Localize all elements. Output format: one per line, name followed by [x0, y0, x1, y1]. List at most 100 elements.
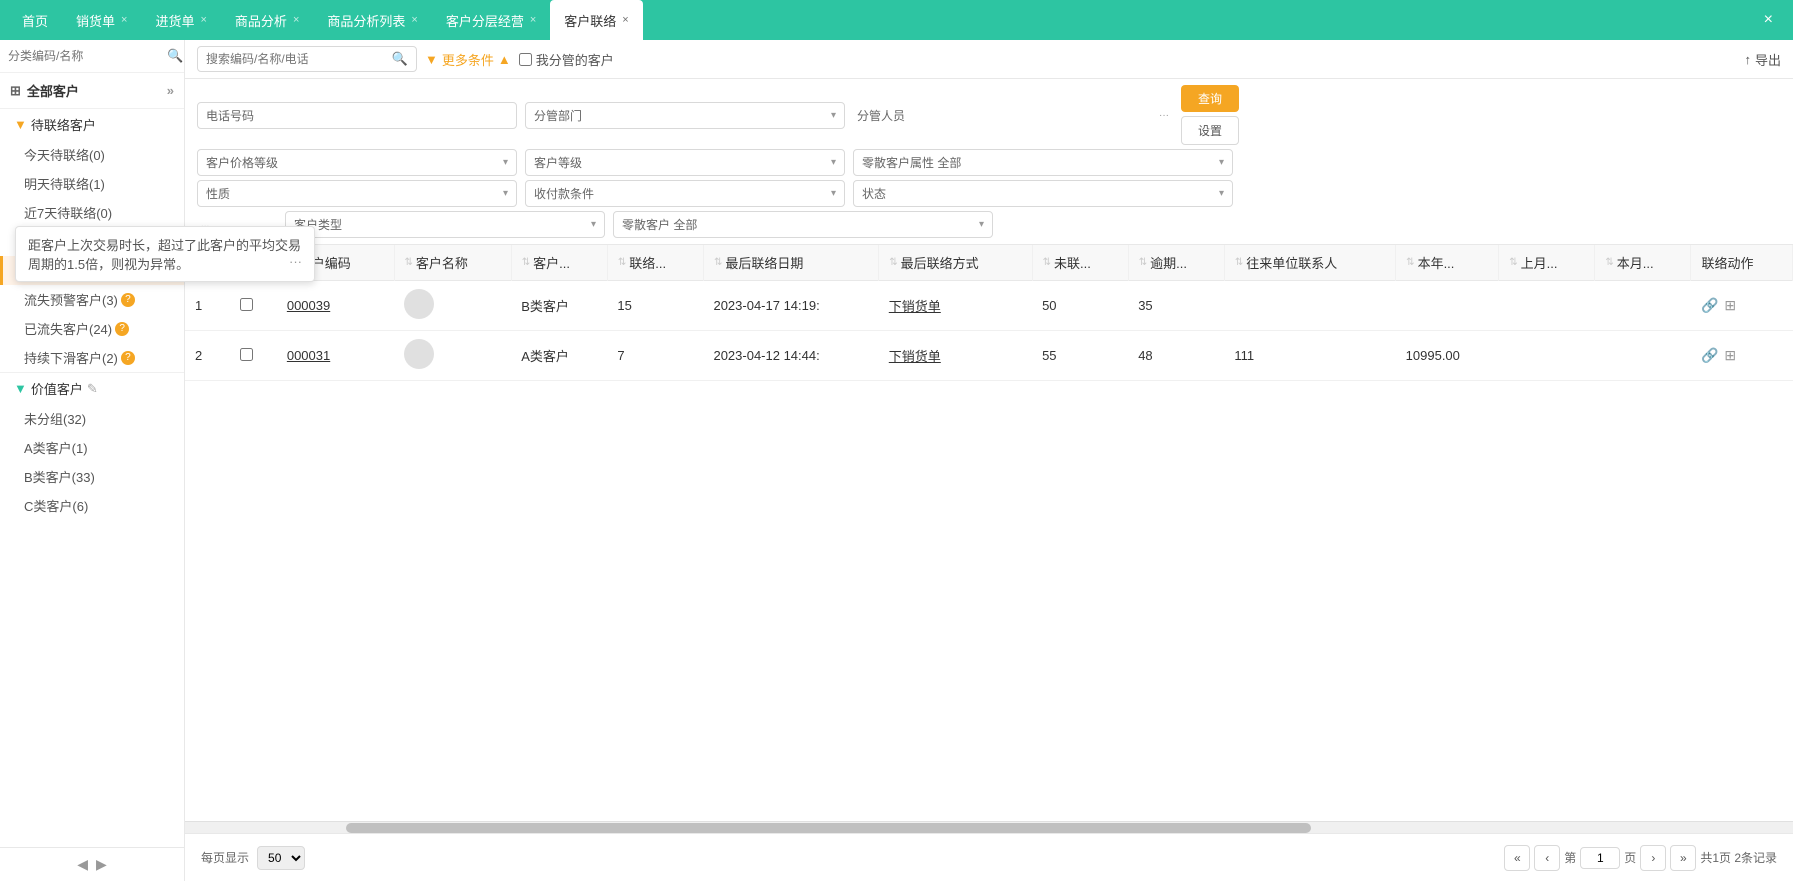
filter-customer-type[interactable]: 客户类型 ▾ [285, 211, 605, 238]
row-code[interactable]: 000039 [277, 281, 394, 331]
sidebar-item-7day-pending[interactable]: 近7天待联络(0) [0, 198, 184, 227]
nav-purchase-order-close[interactable]: × [200, 14, 206, 26]
table-row: 2 000031 A类客户 7 2023-04-12 14:44: 下销货单 5… [185, 331, 1793, 381]
page-prefix: 第 [1564, 849, 1576, 866]
info-icon-4[interactable]: ? [121, 351, 135, 365]
row-overdue: 35 [1128, 281, 1224, 331]
next-page-button[interactable]: › [1640, 845, 1666, 871]
search-input[interactable] [206, 52, 392, 66]
more-icon[interactable]: ··· [1159, 110, 1169, 121]
row-checkbox[interactable] [230, 331, 277, 381]
row-code[interactable]: 000031 [277, 331, 394, 381]
filter-retail-attr[interactable]: 零散客户属性 全部 ▾ [853, 149, 1233, 176]
row-checkbox[interactable] [230, 281, 277, 331]
content-area: 🔍 ▼ 更多条件 ▲ 我分管的客户 ↑ 导出 电话号码 [185, 40, 1793, 881]
sidebar-item-class-b[interactable]: B类客户(33) [0, 462, 184, 491]
query-button[interactable]: 查询 [1181, 85, 1239, 112]
nav-product-analysis-list-close[interactable]: × [411, 14, 417, 26]
chevron-down-icon-7: ▾ [1219, 188, 1224, 199]
sidebar-item-churned[interactable]: 已流失客户(24) ? [0, 314, 184, 343]
tooltip-close-icon[interactable]: ··· [289, 254, 302, 269]
prev-page-button[interactable]: ‹ [1534, 845, 1560, 871]
row-contact-count: 7 [607, 331, 703, 381]
per-page-label: 每页显示 [201, 849, 249, 866]
row-select-checkbox[interactable] [240, 298, 253, 311]
row-grid-icon[interactable]: ⊞ [1724, 297, 1736, 314]
nav-customer-contact-close[interactable]: × [622, 14, 628, 26]
info-icon-3[interactable]: ? [115, 322, 129, 336]
row-link-icon-2[interactable]: 🔗 [1701, 347, 1718, 364]
row-name [394, 281, 511, 331]
page-number-input[interactable] [1580, 847, 1620, 869]
set-button[interactable]: 设置 [1181, 116, 1239, 145]
sidebar-collapse-button[interactable]: » [167, 83, 174, 98]
main-layout: 🔍 ⊞ 全部客户 » ▼ 待联络客户 今天待联络(0) 明天待联络(1) [0, 40, 1793, 881]
filter-payment-terms[interactable]: 收付款条件 ▾ [525, 180, 845, 207]
filter-bar: 🔍 ▼ 更多条件 ▲ 我分管的客户 ↑ 导出 [185, 40, 1793, 79]
sort-icon-12: ⇅ [1605, 257, 1613, 268]
sidebar-item-today-pending[interactable]: 今天待联络(0) [0, 140, 184, 169]
export-button[interactable]: ↑ 导出 [1744, 50, 1781, 69]
sidebar-item-churn-warning[interactable]: 流失预警客户(3) ? [0, 285, 184, 314]
row-last-contact-method[interactable]: 下销货单 [879, 331, 1032, 381]
nav-home[interactable]: 首页 [8, 0, 62, 40]
per-page-select[interactable]: 50 [257, 846, 305, 870]
sidebar-search-icon[interactable]: 🔍 [167, 48, 183, 64]
page-navigation: « ‹ 第 页 › » 共1页 2条记录 [1504, 845, 1777, 871]
filter-division[interactable]: 分管部门 ▾ [525, 102, 845, 129]
filter-customer-level[interactable]: 客户等级 ▾ [525, 149, 845, 176]
sidebar-item-class-c[interactable]: C类客户(6) [0, 491, 184, 520]
filter-status[interactable]: 状态 ▾ [853, 180, 1233, 207]
sort-icon-6: ⇅ [889, 257, 897, 268]
sort-icon-10: ⇅ [1406, 257, 1414, 268]
sort-icon-2: ⇅ [405, 257, 413, 268]
sidebar-item-unclassified[interactable]: 未分组(32) [0, 404, 184, 433]
nav-product-analysis[interactable]: 商品分析 × [221, 0, 313, 40]
filter-row-2: 客户价格等级 ▾ 客户等级 ▾ 零散客户属性 全部 ▾ [197, 149, 1781, 176]
nav-purchase-order[interactable]: 进货单 × [141, 0, 220, 40]
scrollbar-thumb[interactable] [346, 823, 1311, 833]
sidebar-item-declining[interactable]: 持续下滑客户(2) ? [0, 343, 184, 372]
edit-icon[interactable]: ✎ [87, 381, 98, 397]
nav-sales-order[interactable]: 销货单 × [62, 0, 141, 40]
nav-sales-order-close[interactable]: × [121, 14, 127, 26]
sidebar-pending-contact-header[interactable]: ▼ 待联络客户 [0, 109, 184, 140]
nav-customer-contact[interactable]: 客户联络 × [550, 0, 642, 40]
filter-retail-customer[interactable]: 零散客户 全部 ▾ [613, 211, 993, 238]
row-grid-icon-2[interactable]: ⊞ [1724, 347, 1736, 364]
col-this-month: ⇅ 本月... [1595, 245, 1691, 281]
search-icon[interactable]: 🔍 [392, 51, 408, 67]
row-month-amount [1595, 281, 1691, 331]
sort-icon-7: ⇅ [1043, 257, 1051, 268]
sidebar-search-input[interactable] [8, 49, 163, 63]
nav-product-analysis-close[interactable]: × [293, 14, 299, 26]
filter-nature[interactable]: 性质 ▾ [197, 180, 517, 207]
nav-customer-stratification[interactable]: 客户分层经营 × [432, 0, 550, 40]
nav-customer-stratification-close[interactable]: × [530, 14, 536, 26]
row-select-checkbox-2[interactable] [240, 348, 253, 361]
row-index: 2 [185, 331, 230, 381]
first-page-button[interactable]: « [1504, 845, 1530, 871]
sidebar-item-class-a[interactable]: A类客户(1) [0, 433, 184, 462]
sidebar-value-customers-header[interactable]: ▼ 价值客户 ✎ [0, 372, 184, 404]
close-window-button[interactable]: × [1752, 11, 1785, 29]
info-icon-2[interactable]: ? [121, 293, 135, 307]
row-last-contact-method[interactable]: 下销货单 [879, 281, 1032, 331]
sidebar-nav-left-icon[interactable]: ◀ [77, 856, 88, 873]
filter-row-3: 性质 ▾ 收付款条件 ▾ 状态 ▾ [197, 180, 1781, 207]
my-customers-checkbox[interactable] [519, 53, 532, 66]
sidebar-nav-right-icon[interactable]: ▶ [96, 856, 107, 873]
chevron-down-icon-9: ▾ [979, 219, 984, 230]
sidebar-item-tomorrow-pending[interactable]: 明天待联络(1) [0, 169, 184, 198]
horizontal-scrollbar[interactable] [185, 821, 1793, 833]
filter-price-level[interactable]: 客户价格等级 ▾ [197, 149, 517, 176]
nav-product-analysis-list[interactable]: 商品分析列表 × [313, 0, 431, 40]
sidebar-all-customers-header[interactable]: ⊞ 全部客户 » [0, 73, 184, 109]
filter-row-1: 电话号码 分管部门 ▾ 分管人员 ··· 查询 设置 [197, 85, 1781, 145]
row-category: B类客户 [511, 281, 607, 331]
last-page-button[interactable]: » [1670, 845, 1696, 871]
filter-phone[interactable]: 电话号码 [197, 102, 517, 129]
row-link-icon[interactable]: 🔗 [1701, 297, 1718, 314]
row-category: A类客户 [511, 331, 607, 381]
more-conditions-button[interactable]: ▼ 更多条件 ▲ [425, 50, 511, 69]
